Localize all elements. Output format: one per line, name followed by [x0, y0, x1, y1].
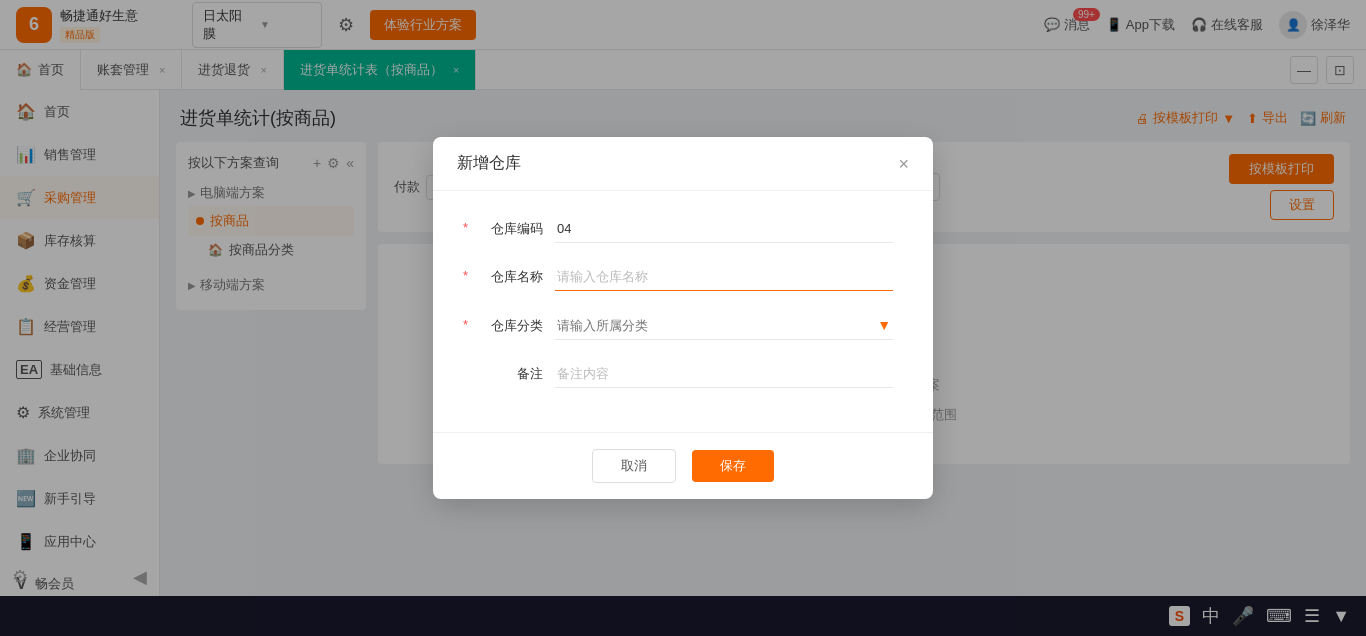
remark-input[interactable] [555, 360, 893, 388]
new-warehouse-modal: 新增仓库 × 仓库编码 仓库名称 仓库分类 ▼ [433, 137, 933, 499]
name-label: 仓库名称 [473, 268, 543, 286]
modal-close-button[interactable]: × [898, 155, 909, 173]
category-label: 仓库分类 [473, 317, 543, 335]
category-input[interactable] [557, 318, 877, 333]
modal-footer: 取消 保存 [433, 432, 933, 499]
name-input[interactable] [555, 263, 893, 291]
form-row-remark: 备注 [473, 360, 893, 388]
modal-title: 新增仓库 [457, 153, 521, 174]
modal-overlay: 新增仓库 × 仓库编码 仓库名称 仓库分类 ▼ [0, 0, 1366, 636]
category-dropdown-arrow: ▼ [877, 317, 891, 333]
modal-body: 仓库编码 仓库名称 仓库分类 ▼ 备注 [433, 191, 933, 432]
cancel-button[interactable]: 取消 [592, 449, 676, 483]
code-input[interactable] [555, 215, 893, 243]
form-row-category: 仓库分类 ▼ [473, 311, 893, 340]
form-row-name: 仓库名称 [473, 263, 893, 291]
remark-label: 备注 [473, 365, 543, 383]
modal-header: 新增仓库 × [433, 137, 933, 191]
save-button[interactable]: 保存 [692, 450, 774, 482]
category-select[interactable]: ▼ [555, 311, 893, 340]
code-label: 仓库编码 [473, 220, 543, 238]
form-row-code: 仓库编码 [473, 215, 893, 243]
